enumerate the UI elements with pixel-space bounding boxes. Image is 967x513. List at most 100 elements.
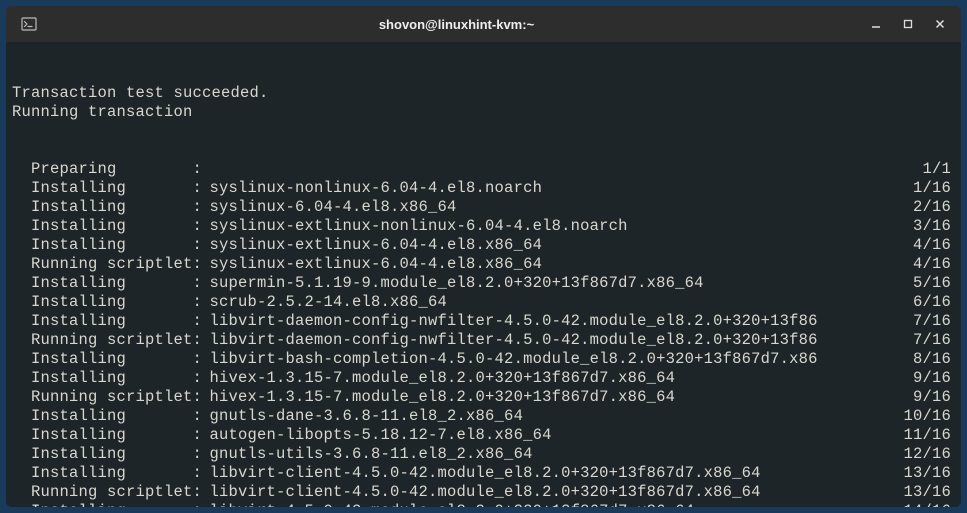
terminal-row: Installing : libvirt-4.5.0-42.module_el8… [12, 502, 955, 507]
titlebar[interactable]: shovon@linuxhint-kvm:~ [6, 6, 961, 42]
terminal-preamble: Transaction test succeeded. Running tran… [12, 84, 955, 122]
spacer [200, 293, 210, 312]
package-name: syslinux-nonlinux-6.04-4.el8.noarch [210, 179, 913, 198]
package-name: scrub-2.5.2-14.el8.x86_64 [210, 293, 913, 312]
terminal-icon [14, 16, 44, 32]
progress-count: 4/16 [913, 236, 955, 255]
package-name: syslinux-extlinux-6.04-4.el8.x86_64 [210, 255, 913, 274]
progress-count: 2/16 [913, 198, 955, 217]
close-button[interactable] [933, 17, 947, 31]
package-name: supermin-5.1.19-9.module_el8.2.0+320+13f… [210, 274, 913, 293]
spacer [200, 179, 210, 198]
package-name: hivex-1.3.15-7.module_el8.2.0+320+13f867… [210, 388, 913, 407]
progress-count: 12/16 [903, 445, 955, 464]
action-label: Preparing : [12, 160, 200, 179]
terminal-row: Installing : supermin-5.1.19-9.module_el… [12, 274, 955, 293]
package-name: libvirt-bash-completion-4.5.0-42.module_… [210, 350, 913, 369]
window-title: shovon@linuxhint-kvm:~ [44, 17, 869, 32]
progress-count: 7/16 [913, 312, 955, 331]
progress-count: 10/16 [903, 407, 955, 426]
spacer [200, 198, 210, 217]
spacer [200, 217, 210, 236]
spacer [200, 483, 210, 502]
action-label: Running scriptlet: [12, 483, 200, 502]
package-name: syslinux-6.04-4.el8.x86_64 [210, 198, 913, 217]
terminal-row: Installing : libvirt-bash-completion-4.5… [12, 350, 955, 369]
spacer [200, 312, 210, 331]
package-name: gnutls-utils-3.6.8-11.el8_2.x86_64 [210, 445, 904, 464]
progress-count: 9/16 [913, 388, 955, 407]
terminal-row: Installing : syslinux-6.04-4.el8.x86_642… [12, 198, 955, 217]
progress-count: 4/16 [913, 255, 955, 274]
action-label: Installing : [12, 293, 200, 312]
action-label: Running scriptlet: [12, 255, 200, 274]
package-name: libvirt-daemon-config-nwfilter-4.5.0-42.… [210, 312, 913, 331]
progress-count: 11/16 [903, 426, 955, 445]
terminal-row: Running scriptlet: syslinux-extlinux-6.0… [12, 255, 955, 274]
maximize-button[interactable] [901, 17, 915, 31]
spacer [200, 369, 210, 388]
terminal-row: Installing : libvirt-client-4.5.0-42.mod… [12, 464, 955, 483]
package-name: syslinux-extlinux-6.04-4.el8.x86_64 [210, 236, 913, 255]
terminal-row: Installing : syslinux-extlinux-6.04-4.el… [12, 236, 955, 255]
spacer [200, 236, 210, 255]
progress-count: 9/16 [913, 369, 955, 388]
action-label: Installing : [12, 179, 200, 198]
action-label: Installing : [12, 464, 200, 483]
terminal-row: Preparing : 1/1 [12, 160, 955, 179]
spacer [200, 331, 210, 350]
progress-count: 14/16 [903, 502, 955, 507]
action-label: Installing : [12, 369, 200, 388]
action-label: Installing : [12, 407, 200, 426]
action-label: Running scriptlet: [12, 331, 200, 350]
terminal-row: Installing : syslinux-nonlinux-6.04-4.el… [12, 179, 955, 198]
progress-count: 7/16 [913, 331, 955, 350]
package-name: hivex-1.3.15-7.module_el8.2.0+320+13f867… [210, 369, 913, 388]
terminal-row: Installing : autogen-libopts-5.18.12-7.e… [12, 426, 955, 445]
package-name: autogen-libopts-5.18.12-7.el8.x86_64 [210, 426, 904, 445]
terminal-row: Installing : gnutls-dane-3.6.8-11.el8_2.… [12, 407, 955, 426]
terminal-row: Installing : gnutls-utils-3.6.8-11.el8_2… [12, 445, 955, 464]
spacer [200, 464, 210, 483]
progress-count: 1/1 [922, 160, 955, 179]
action-label: Installing : [12, 198, 200, 217]
terminal-row: Installing : scrub-2.5.2-14.el8.x86_646/… [12, 293, 955, 312]
progress-count: 6/16 [913, 293, 955, 312]
action-label: Installing : [12, 445, 200, 464]
terminal-row: Running scriptlet: libvirt-client-4.5.0-… [12, 483, 955, 502]
package-name: gnutls-dane-3.6.8-11.el8_2.x86_64 [210, 407, 904, 426]
terminal-output[interactable]: Transaction test succeeded. Running tran… [6, 42, 961, 507]
spacer [200, 426, 210, 445]
progress-count: 5/16 [913, 274, 955, 293]
progress-count: 8/16 [913, 350, 955, 369]
progress-count: 1/16 [913, 179, 955, 198]
progress-count: 13/16 [903, 464, 955, 483]
action-label: Installing : [12, 217, 200, 236]
package-name: libvirt-4.5.0-42.module_el8.2.0+320+13f8… [210, 502, 904, 507]
action-label: Installing : [12, 350, 200, 369]
action-label: Installing : [12, 502, 200, 507]
action-label: Installing : [12, 426, 200, 445]
window-controls [869, 17, 953, 31]
minimize-button[interactable] [869, 17, 883, 31]
package-name: syslinux-extlinux-nonlinux-6.04-4.el8.no… [210, 217, 913, 236]
package-name: libvirt-daemon-config-nwfilter-4.5.0-42.… [210, 331, 913, 350]
action-label: Running scriptlet: [12, 388, 200, 407]
terminal-row: Installing : libvirt-daemon-config-nwfil… [12, 312, 955, 331]
spacer [200, 407, 210, 426]
terminal-window: shovon@linuxhint-kvm:~ Transaction test … [6, 6, 961, 507]
terminal-row: Running scriptlet: hivex-1.3.15-7.module… [12, 388, 955, 407]
action-label: Installing : [12, 236, 200, 255]
spacer [200, 502, 210, 507]
spacer [200, 274, 210, 293]
spacer [200, 388, 210, 407]
terminal-row: Running scriptlet: libvirt-daemon-config… [12, 331, 955, 350]
progress-count: 13/16 [903, 483, 955, 502]
package-name [210, 160, 923, 179]
progress-count: 3/16 [913, 217, 955, 236]
spacer [200, 445, 210, 464]
spacer [200, 255, 210, 274]
terminal-row: Installing : hivex-1.3.15-7.module_el8.2… [12, 369, 955, 388]
action-label: Installing : [12, 312, 200, 331]
terminal-row: Installing : syslinux-extlinux-nonlinux-… [12, 217, 955, 236]
